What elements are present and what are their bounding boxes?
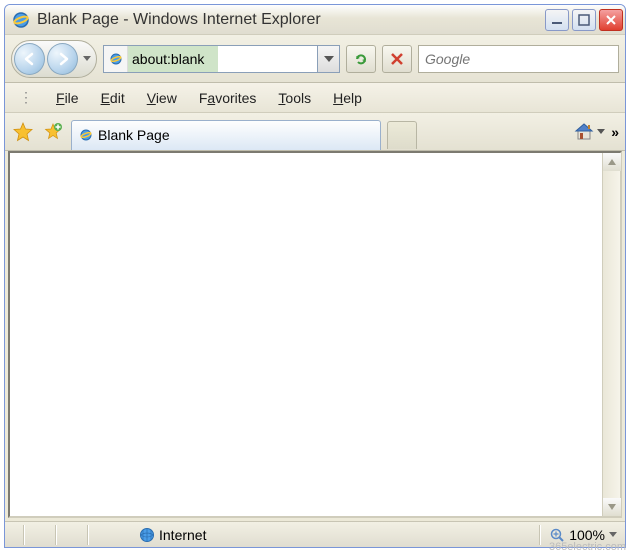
tab-page-icon [78,127,94,143]
browser-tab[interactable]: Blank Page [71,120,381,150]
refresh-button[interactable] [346,45,376,73]
security-zone[interactable]: Internet [89,527,214,543]
watermark: 365electric.com [549,541,626,553]
favorites-star-icon[interactable] [11,120,35,144]
maximize-button[interactable] [572,9,596,31]
menu-tools[interactable]: Tools [278,90,311,106]
scroll-up-button[interactable] [603,153,621,171]
tab-label: Blank Page [98,127,170,143]
stop-button[interactable] [382,45,412,73]
chevron-down-icon [597,129,605,135]
menu-help[interactable]: Help [333,90,362,106]
back-forward-group [11,40,97,78]
address-bar [103,45,340,73]
search-box [418,45,619,73]
add-favorites-icon[interactable] [41,120,65,144]
chevron-down-icon [609,532,617,538]
window-controls [545,9,623,31]
vertical-scrollbar[interactable] [602,153,620,516]
back-button[interactable] [14,43,45,75]
menu-bar: ⋮ File Edit View Favorites Tools Help [5,83,625,113]
menu-view[interactable]: View [147,90,177,106]
minimize-button[interactable] [545,9,569,31]
navigation-bar [5,35,625,83]
status-bar: Internet 100% [5,521,625,547]
scroll-down-button[interactable] [603,498,621,516]
home-button[interactable] [573,121,605,143]
recent-pages-dropdown[interactable] [80,43,94,75]
browser-window: Blank Page - Windows Internet Explorer [4,4,626,548]
home-icon [573,121,595,143]
menu-edit[interactable]: Edit [101,90,125,106]
page-icon [104,46,128,72]
search-input[interactable] [425,51,612,67]
zone-label: Internet [159,527,206,543]
close-button[interactable] [599,9,623,31]
menu-favorites[interactable]: Favorites [199,90,257,106]
menu-grip: ⋮ [19,89,34,106]
menu-file[interactable]: File [56,90,79,106]
tab-bar: Blank Page » [5,113,625,151]
ie-logo-icon [11,10,31,30]
toolbar-overflow[interactable]: » [611,124,619,140]
address-input[interactable] [128,46,317,72]
title-bar: Blank Page - Windows Internet Explorer [5,5,625,35]
address-dropdown[interactable] [317,46,339,72]
new-tab-button[interactable] [387,121,417,149]
window-title: Blank Page - Windows Internet Explorer [37,11,545,29]
content-area [8,151,622,518]
internet-zone-icon [139,527,155,543]
forward-button[interactable] [47,43,78,75]
